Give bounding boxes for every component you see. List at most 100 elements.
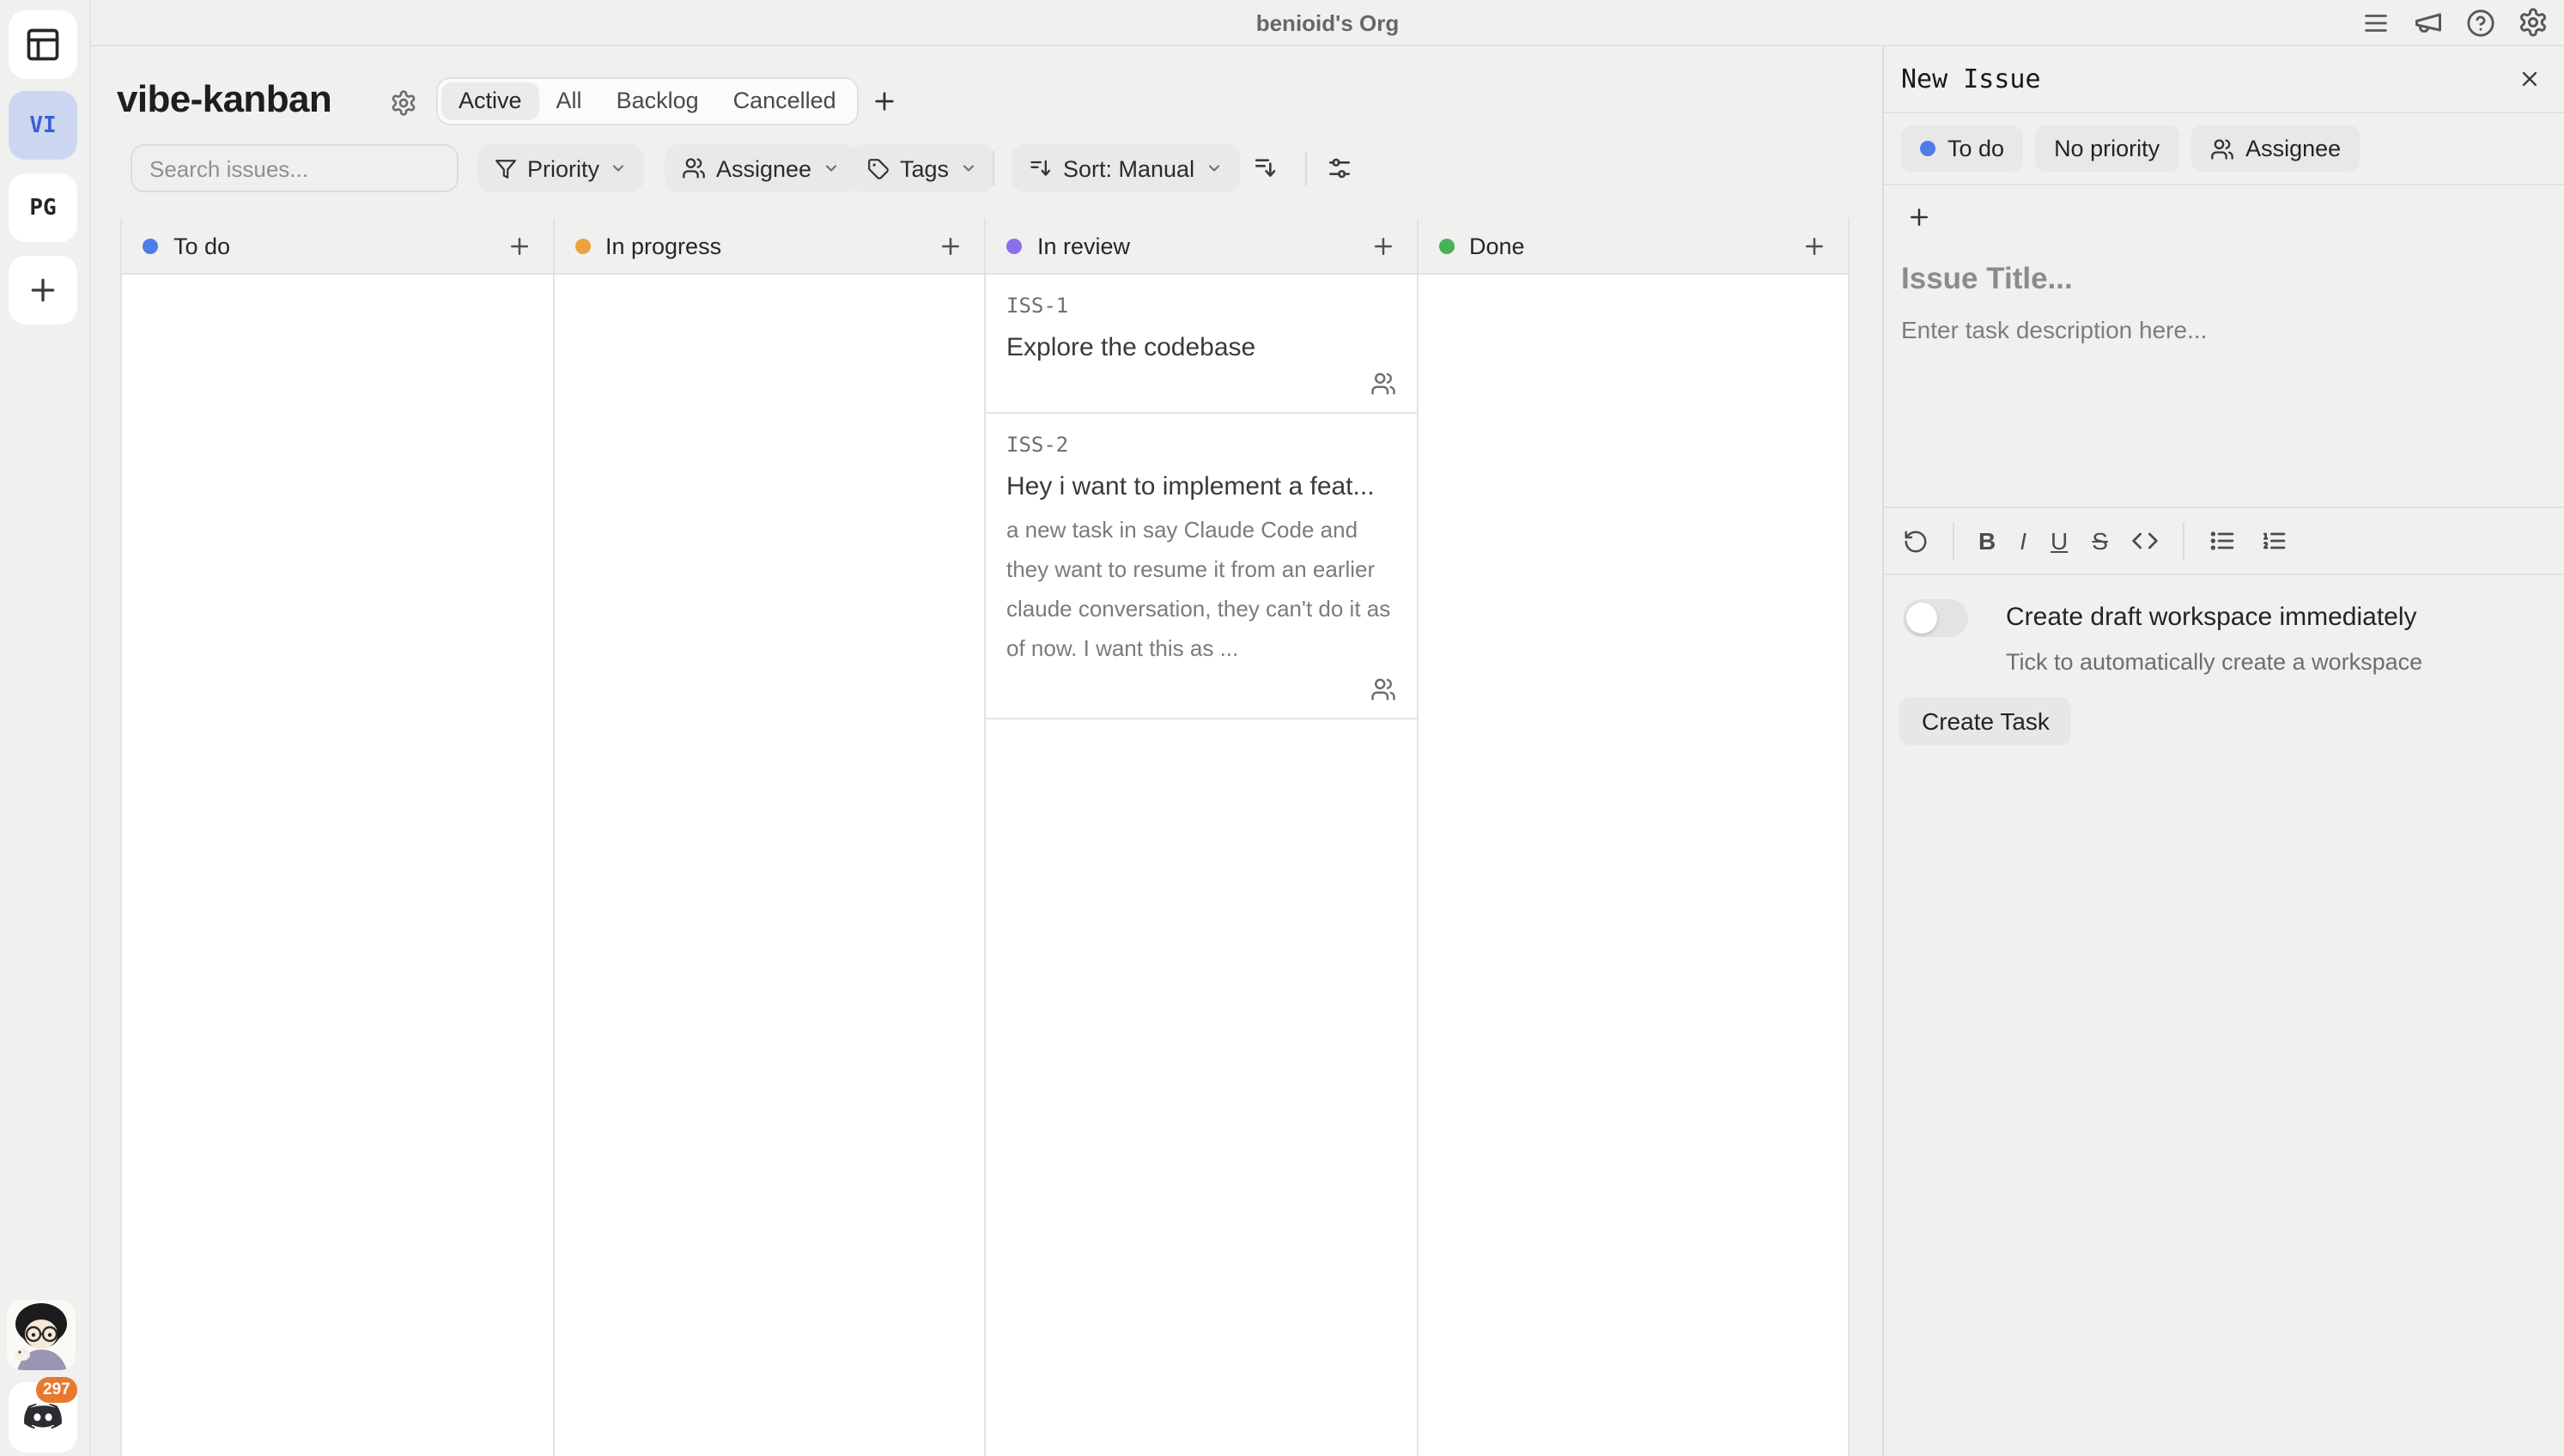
filter-funnel-icon bbox=[495, 157, 517, 179]
status-chip[interactable]: To do bbox=[1901, 125, 2023, 172]
issue-title-input[interactable]: Issue Title... bbox=[1901, 261, 2547, 297]
add-card-button[interactable] bbox=[1370, 233, 1395, 258]
assignee-chip[interactable]: Assignee bbox=[2190, 125, 2360, 172]
display-options-icon[interactable] bbox=[1326, 155, 1353, 182]
issue-property-chips: To do No priority Assignee bbox=[1884, 113, 2564, 185]
bold-button[interactable]: B bbox=[1978, 529, 1996, 553]
priority-filter-label: Priority bbox=[527, 155, 599, 181]
help-icon[interactable] bbox=[2466, 8, 2495, 37]
add-card-button[interactable] bbox=[938, 233, 963, 258]
settings-icon[interactable] bbox=[2518, 7, 2549, 38]
tab-cancelled[interactable]: Cancelled bbox=[716, 82, 854, 120]
column-name: In progress bbox=[605, 233, 938, 258]
panels-layout-icon bbox=[24, 26, 62, 64]
sort-label: Sort: Manual bbox=[1063, 155, 1194, 181]
column-header: To do bbox=[122, 218, 552, 275]
column-body bbox=[1418, 275, 1848, 1456]
view-tabs: Active All Backlog Cancelled bbox=[436, 77, 859, 125]
draft-workspace-toggle[interactable] bbox=[1903, 599, 1968, 637]
add-tab-button[interactable] bbox=[871, 88, 898, 115]
code-icon[interactable] bbox=[2132, 527, 2160, 555]
priority-chip[interactable]: No priority bbox=[2035, 125, 2178, 172]
create-task-button[interactable]: Create Task bbox=[1899, 697, 2072, 745]
column-in-review: In review ISS-1 Explore the codebase ISS… bbox=[986, 218, 1418, 1456]
sort-button[interactable]: Sort: Manual bbox=[1012, 144, 1239, 192]
strikethrough-button[interactable]: S bbox=[2092, 529, 2108, 553]
top-bar: benioid's Org bbox=[91, 0, 2564, 46]
bullet-list-icon[interactable] bbox=[2209, 527, 2237, 555]
issue-card[interactable]: ISS-1 Explore the codebase bbox=[986, 275, 1416, 414]
column-name: In review bbox=[1037, 233, 1370, 258]
tags-filter-label: Tags bbox=[900, 155, 949, 181]
megaphone-icon[interactable] bbox=[2413, 7, 2444, 38]
column-name: Done bbox=[1469, 233, 1801, 258]
status-dot bbox=[1920, 141, 1935, 156]
app-window: VI PG bbox=[0, 0, 2564, 1456]
menu-icon[interactable] bbox=[2361, 8, 2391, 37]
issue-title: Explore the codebase bbox=[1006, 333, 1395, 362]
discord-notification-badge: 297 bbox=[36, 1377, 77, 1403]
column-body: ISS-1 Explore the codebase ISS-2 Hey i w… bbox=[986, 275, 1416, 1456]
priority-chip-label: No priority bbox=[2054, 136, 2160, 161]
issue-description-input[interactable]: Enter task description here... bbox=[1901, 316, 2547, 343]
assignees-icon[interactable] bbox=[1370, 371, 1395, 397]
status-chip-label: To do bbox=[1947, 136, 2004, 161]
panels-toggle-button[interactable] bbox=[9, 10, 77, 79]
plus-icon bbox=[26, 273, 60, 307]
add-project-button[interactable] bbox=[9, 256, 77, 325]
left-rail: VI PG bbox=[0, 0, 91, 1456]
page-title: vibe-kanban bbox=[117, 77, 331, 122]
org-name: benioid's Org bbox=[91, 0, 2564, 45]
toggle-label: Create draft workspace immediately bbox=[2006, 603, 2417, 632]
divider bbox=[1305, 151, 1307, 185]
users-icon bbox=[2209, 136, 2233, 161]
tab-backlog[interactable]: Backlog bbox=[599, 82, 716, 120]
new-issue-panel: New Issue To do No priority Assignee Iss… bbox=[1882, 46, 2564, 1456]
add-property-button[interactable] bbox=[1906, 204, 1932, 230]
status-dot bbox=[1006, 238, 1022, 253]
column-header: In progress bbox=[554, 218, 984, 275]
divider bbox=[1953, 522, 1954, 560]
project-button-pg[interactable]: PG bbox=[9, 173, 77, 242]
board-settings-icon[interactable] bbox=[390, 89, 417, 117]
chevron-down-icon bbox=[610, 160, 627, 177]
assignee-chip-label: Assignee bbox=[2245, 136, 2341, 161]
status-dot bbox=[143, 238, 158, 253]
users-icon bbox=[682, 156, 706, 180]
priority-filter-button[interactable]: Priority bbox=[477, 144, 644, 192]
column-name: To do bbox=[173, 233, 506, 258]
status-dot bbox=[574, 238, 590, 253]
chevron-down-icon bbox=[1205, 160, 1222, 177]
panel-title: New Issue bbox=[1901, 64, 2518, 94]
project-button-vi[interactable]: VI bbox=[9, 91, 77, 160]
column-body bbox=[122, 275, 552, 1456]
ordered-list-icon[interactable] bbox=[2261, 527, 2288, 555]
status-dot bbox=[1438, 238, 1454, 253]
column-todo: To do bbox=[120, 218, 554, 1456]
close-icon[interactable] bbox=[2518, 67, 2542, 91]
italic-button[interactable]: I bbox=[2020, 529, 2026, 553]
search-input[interactable] bbox=[131, 144, 459, 192]
divider bbox=[993, 151, 994, 185]
underline-button[interactable]: U bbox=[2051, 529, 2068, 553]
column-body bbox=[554, 275, 984, 1456]
sort-direction-icon[interactable] bbox=[1252, 155, 1279, 182]
assignees-icon[interactable] bbox=[1370, 676, 1395, 702]
discord-icon bbox=[22, 1397, 64, 1438]
chevron-down-icon bbox=[959, 160, 976, 177]
tags-filter-button[interactable]: Tags bbox=[850, 144, 993, 192]
issue-description: a new task in say Claude Code and they w… bbox=[1006, 510, 1395, 668]
tab-active[interactable]: Active bbox=[441, 82, 539, 120]
column-header: Done bbox=[1418, 218, 1848, 275]
undo-icon[interactable] bbox=[1903, 528, 1929, 554]
issue-card[interactable]: ISS-2 Hey i want to implement a feat... … bbox=[986, 414, 1416, 719]
tab-all[interactable]: All bbox=[539, 82, 599, 120]
chevron-down-icon bbox=[822, 160, 839, 177]
add-card-button[interactable] bbox=[506, 233, 532, 258]
toggle-hint: Tick to automatically create a workspace bbox=[2006, 649, 2422, 675]
assignee-filter-button[interactable]: Assignee bbox=[665, 144, 856, 192]
column-in-progress: In progress bbox=[554, 218, 986, 1456]
user-avatar[interactable] bbox=[7, 1300, 76, 1370]
assignee-filter-label: Assignee bbox=[716, 155, 811, 181]
add-card-button[interactable] bbox=[1801, 233, 1827, 258]
